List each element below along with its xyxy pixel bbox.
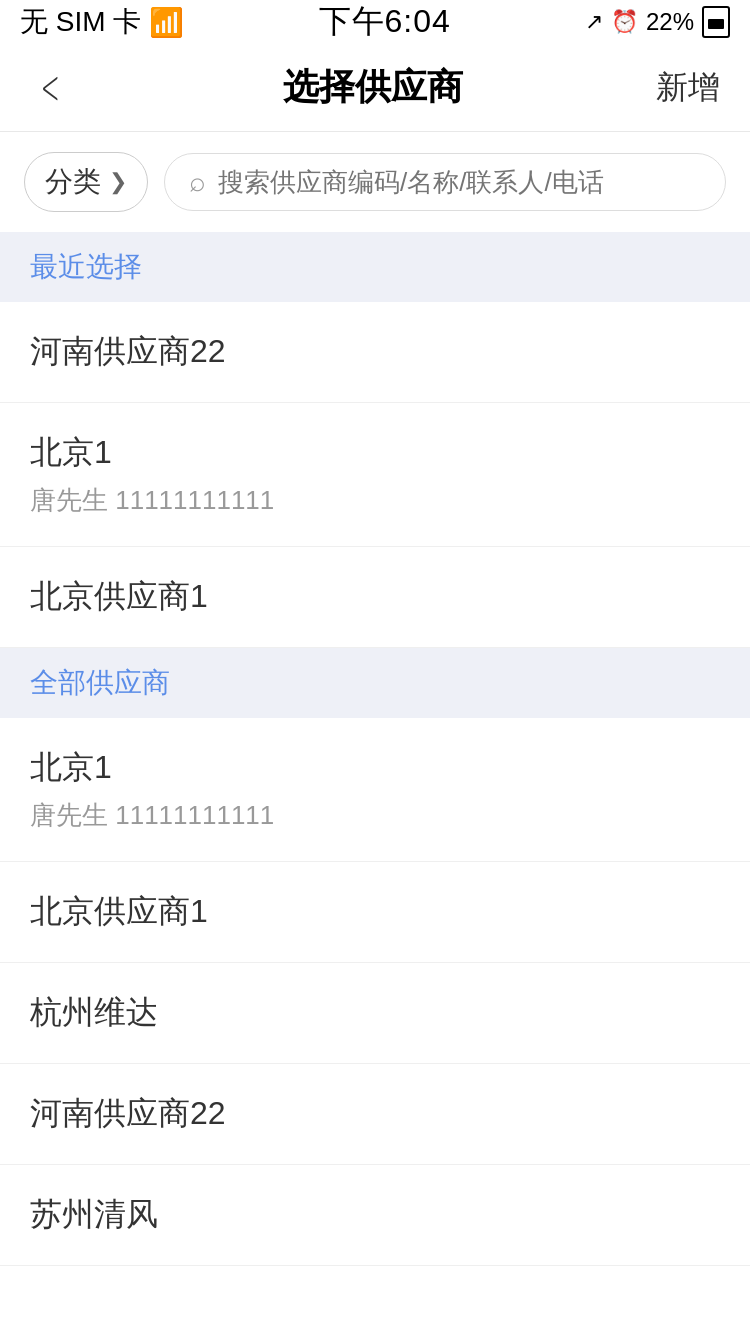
alarm-icon: ⏰ (611, 9, 638, 35)
item-name: 北京供应商1 (30, 575, 720, 619)
recent-items-list: 河南供应商22 北京1 唐先生 11111111111 北京供应商1 (0, 302, 750, 648)
item-name: 苏州清风 (30, 1193, 720, 1237)
battery-icon (702, 6, 730, 38)
search-input[interactable] (218, 167, 701, 198)
all-items-list: 北京1 唐先生 11111111111 北京供应商1 杭州维达河南供应商22 苏州清风 (0, 718, 750, 1266)
status-bar: 无 SIM 卡 📶 下午6:04 ↗ ⏰ 22% (0, 0, 750, 44)
status-time: 下午6:04 (319, 0, 451, 44)
filter-bar: 分类 ❯ ⌕ (0, 132, 750, 232)
list-item[interactable]: 北京供应商1 (0, 862, 750, 963)
status-right: ↗ ⏰ 22% (585, 6, 730, 38)
chevron-right-icon: ❯ (109, 169, 127, 195)
search-icon: ⌕ (189, 166, 206, 198)
item-name: 北京1 (30, 431, 720, 475)
search-bar[interactable]: ⌕ (164, 153, 726, 211)
item-name: 河南供应商22 (30, 330, 720, 374)
item-name: 河南供应商22 (30, 1092, 720, 1136)
item-name: 北京1 (30, 746, 720, 790)
list-item[interactable]: 北京1 唐先生 11111111111 (0, 403, 750, 547)
all-section-label: 全部供应商 (30, 667, 170, 698)
recent-section-label: 最近选择 (30, 251, 142, 282)
status-left: 无 SIM 卡 📶 (20, 3, 184, 41)
battery-percent: 22% (646, 8, 694, 36)
location-icon: ↗ (585, 9, 603, 35)
all-section-header: 全部供应商 (0, 648, 750, 718)
page-title: 选择供应商 (283, 63, 463, 112)
item-name: 杭州维达 (30, 991, 720, 1035)
recent-section-header: 最近选择 (0, 232, 750, 302)
back-button[interactable]: ﹤ (30, 58, 90, 117)
wifi-icon: 📶 (149, 6, 184, 39)
list-item[interactable]: 杭州维达 (0, 963, 750, 1064)
category-label: 分类 (45, 163, 101, 201)
item-name: 北京供应商1 (30, 890, 720, 934)
item-sub: 唐先生 11111111111 (30, 798, 720, 833)
list-item[interactable]: 苏州清风 (0, 1165, 750, 1266)
nav-bar: ﹤ 选择供应商 新增 (0, 44, 750, 132)
new-action-button[interactable]: 新增 (656, 66, 720, 110)
category-button[interactable]: 分类 ❯ (24, 152, 148, 212)
item-sub: 唐先生 11111111111 (30, 483, 720, 518)
list-item[interactable]: 北京供应商1 (0, 547, 750, 648)
list-item[interactable]: 河南供应商22 (0, 302, 750, 403)
list-item[interactable]: 河南供应商22 (0, 1064, 750, 1165)
sim-text: 无 SIM 卡 (20, 3, 141, 41)
list-item[interactable]: 北京1 唐先生 11111111111 (0, 718, 750, 862)
